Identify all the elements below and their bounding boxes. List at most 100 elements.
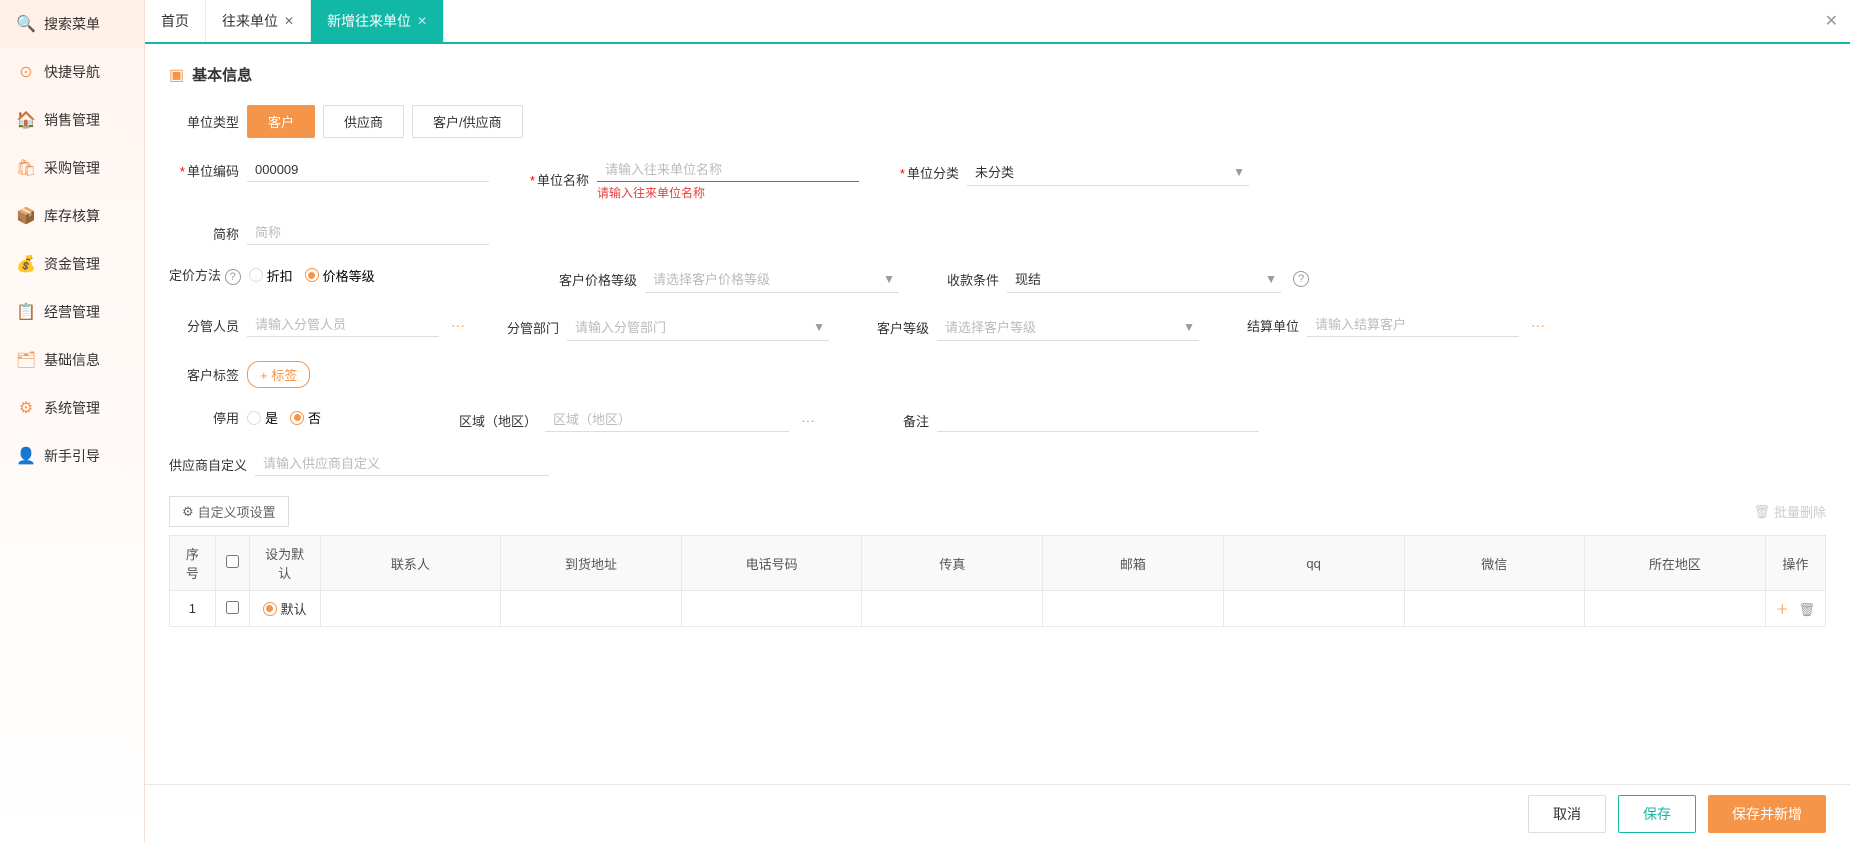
- dept-placeholder: 请输入分管部门: [575, 317, 813, 336]
- section-icon: ▣: [169, 65, 184, 85]
- unit-category-select[interactable]: 未分类 ▼: [967, 158, 1249, 186]
- operations-icon: 📋: [16, 302, 36, 322]
- wechat-input[interactable]: [1415, 601, 1575, 616]
- sidebar-item-guide[interactable]: 👤 新手引导: [0, 432, 144, 480]
- dept-select[interactable]: 请输入分管部门 ▼: [567, 313, 829, 341]
- row-add-button[interactable]: ＋: [1776, 602, 1789, 617]
- supervisor-input[interactable]: [247, 313, 439, 337]
- supplier-custom-input[interactable]: [255, 452, 549, 476]
- trash-icon: 🗑: [1753, 504, 1770, 520]
- field-pricing-method: 定价方法 ? 折扣 价格等级: [169, 265, 549, 285]
- supervisor-more-btn[interactable]: ···: [447, 317, 469, 333]
- region-more-btn[interactable]: ···: [797, 412, 819, 428]
- field-payment-terms: 收款条件 现结 ▼ ?: [929, 265, 1309, 293]
- region-input[interactable]: [545, 408, 789, 432]
- custom-settings-label: 自定义项设置: [198, 502, 276, 521]
- tab-home[interactable]: 首页: [145, 0, 206, 42]
- sidebar-item-label: 快捷导航: [44, 62, 100, 82]
- disabled-yes[interactable]: 是: [247, 408, 278, 427]
- tab-partner[interactable]: 往来单位 ✕: [206, 0, 311, 42]
- col-contact: 联系人: [320, 536, 501, 591]
- sidebar-item-basic-info[interactable]: 🗂 基础信息: [0, 336, 144, 384]
- col-phone: 电话号码: [681, 536, 862, 591]
- short-name-input[interactable]: [247, 221, 489, 245]
- email-input[interactable]: [1053, 601, 1213, 616]
- unit-type-supplier[interactable]: 供应商: [323, 105, 404, 138]
- disabled-label: 停用: [169, 408, 239, 427]
- purchase-icon: 🛍: [16, 158, 36, 178]
- row-checkbox[interactable]: [226, 601, 239, 614]
- field-unit-category: *单位分类 未分类 ▼: [889, 158, 1249, 186]
- select-all-checkbox[interactable]: [226, 555, 239, 568]
- phone-input[interactable]: [692, 601, 852, 616]
- action-bar: 取消 保存 保存并新增: [145, 784, 1850, 843]
- sidebar-item-finance[interactable]: 💰 资金管理: [0, 240, 144, 288]
- cell-action: ＋ 🗑: [1765, 591, 1825, 627]
- unit-code-label: *单位编码: [169, 161, 239, 180]
- field-supervisor: 分管人员 ···: [169, 313, 469, 337]
- field-unit-code: *单位编码: [169, 158, 489, 182]
- row-delete-button[interactable]: 🗑: [1798, 602, 1815, 617]
- pricing-option-level[interactable]: 价格等级: [305, 266, 375, 285]
- batch-delete-button[interactable]: 🗑 批量删除: [1753, 502, 1826, 521]
- sidebar-item-sales[interactable]: 🏠 销售管理: [0, 96, 144, 144]
- payment-terms-value: 现结: [1015, 269, 1265, 288]
- unit-type-both[interactable]: 客户/供应商: [412, 105, 523, 138]
- sidebar-item-system[interactable]: ⚙ 系统管理: [0, 384, 144, 432]
- field-unit-name: *单位名称 请输入往来单位名称: [519, 158, 859, 201]
- sidebar-item-search[interactable]: 🔍 搜索菜单: [0, 0, 144, 48]
- pricing-help-icon[interactable]: ?: [225, 269, 241, 285]
- tab-new-partner[interactable]: 新增往来单位 ✕: [311, 0, 444, 42]
- contact-input[interactable]: [331, 601, 491, 616]
- disabled-no[interactable]: 否: [290, 408, 321, 427]
- section-header: ▣ 基本信息: [169, 64, 1826, 85]
- customer-level-select[interactable]: 请选择客户等级 ▼: [937, 313, 1199, 341]
- pricing-option-discount[interactable]: 折扣: [249, 266, 293, 285]
- sidebar-item-quick-nav[interactable]: ⊙ 快捷导航: [0, 48, 144, 96]
- settlement-unit-input[interactable]: [1307, 313, 1519, 337]
- save-add-button[interactable]: 保存并新增: [1708, 795, 1826, 833]
- tab-new-partner-label: 新增往来单位: [327, 11, 411, 31]
- pricing-level-label: 价格等级: [323, 266, 375, 285]
- pricing-radio-level: [305, 268, 319, 282]
- unit-name-input[interactable]: [597, 158, 859, 182]
- region-input[interactable]: [1595, 601, 1755, 616]
- settlement-more-btn[interactable]: ···: [1527, 317, 1549, 333]
- remark-input[interactable]: [937, 408, 1259, 432]
- tab-new-partner-close[interactable]: ✕: [417, 14, 427, 28]
- col-qq: qq: [1223, 536, 1404, 591]
- col-default: 设为默认: [249, 536, 320, 591]
- save-button[interactable]: 保存: [1618, 795, 1696, 833]
- sidebar-item-label: 采购管理: [44, 158, 100, 178]
- fax-input[interactable]: [872, 601, 1032, 616]
- table-row: 1 默认: [170, 591, 1826, 627]
- table-header: ⚙ 自定义项设置 🗑 批量删除: [169, 496, 1826, 527]
- cancel-button[interactable]: 取消: [1528, 795, 1606, 833]
- qq-input[interactable]: [1234, 601, 1394, 616]
- batch-delete-label: 批量删除: [1774, 502, 1826, 521]
- cell-phone: [681, 591, 862, 627]
- tab-home-label: 首页: [161, 11, 189, 31]
- col-action: 操作: [1765, 536, 1825, 591]
- customer-level-chevron: ▼: [1183, 320, 1195, 334]
- unit-name-error: 请输入往来单位名称: [597, 184, 859, 201]
- custom-settings-button[interactable]: ⚙ 自定义项设置: [169, 496, 289, 527]
- sidebar-item-inventory[interactable]: 📦 库存核算: [0, 192, 144, 240]
- basic-info-icon: 🗂: [16, 350, 36, 370]
- payment-terms-help-icon[interactable]: ?: [1293, 271, 1309, 287]
- unit-type-customer[interactable]: 客户: [247, 105, 315, 138]
- tab-partner-close[interactable]: ✕: [284, 14, 294, 28]
- disabled-no-label: 否: [308, 408, 321, 427]
- sidebar-item-purchase[interactable]: 🛍 采购管理: [0, 144, 144, 192]
- sidebar-item-operations[interactable]: 📋 经营管理: [0, 288, 144, 336]
- unit-code-input[interactable]: [247, 158, 489, 182]
- tab-bar: 首页 往来单位 ✕ 新增往来单位 ✕ ✕: [145, 0, 1850, 44]
- sidebar-item-label: 系统管理: [44, 398, 100, 418]
- pricing-method-label: 定价方法 ?: [169, 265, 241, 285]
- address-input[interactable]: [511, 601, 671, 616]
- default-radio-item[interactable]: 默认: [260, 599, 310, 618]
- window-close-button[interactable]: ✕: [1825, 11, 1838, 31]
- payment-terms-select[interactable]: 现结 ▼: [1007, 265, 1281, 293]
- add-tag-button[interactable]: + 标签: [247, 361, 310, 388]
- customer-price-level-select[interactable]: 请选择客户价格等级 ▼: [645, 265, 899, 293]
